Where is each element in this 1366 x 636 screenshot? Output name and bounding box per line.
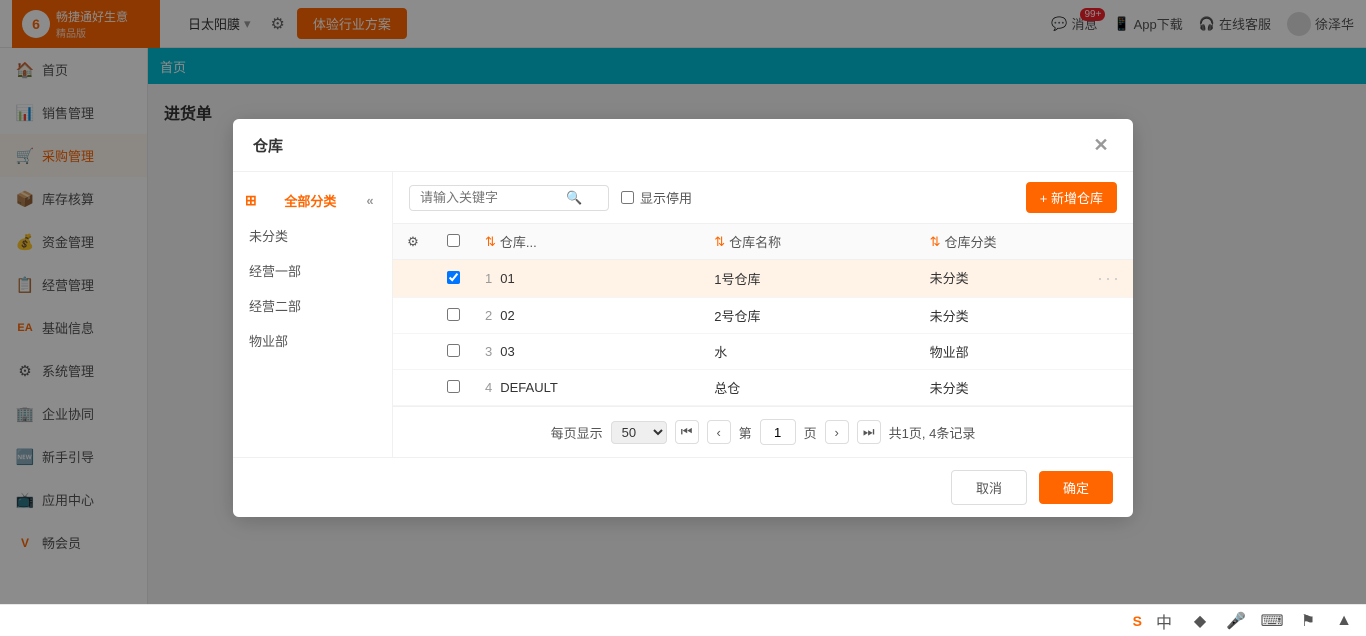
table-head: ⚙ ⇅ 仓库... (393, 224, 1133, 260)
total-label: 共1页, 4条记录 (889, 423, 976, 442)
row-name-2: 2号仓库 (702, 298, 917, 334)
row-num-1: 101 (473, 260, 702, 298)
table-body: 101 1号仓库 未分类 ··· (393, 260, 1133, 406)
collapse-category-btn[interactable]: « (360, 190, 380, 210)
content-panel: 🔍 显示停用 + 新增仓库 ⚙ (393, 172, 1133, 457)
col-settings: ⚙ (393, 224, 433, 260)
col-category: ⇅ 仓库分类 (918, 224, 1133, 260)
sort-icon-code: ⇅ (485, 234, 496, 250)
modal-overlay: 仓库 ✕ ⊞ 全部分类 « 未分类 经营一部 经营二部 物业部 (0, 0, 1366, 636)
row-check (433, 370, 473, 406)
keyboard-icon[interactable]: ⌨ (1258, 607, 1286, 635)
show-disabled-checkbox[interactable] (621, 191, 634, 204)
search-box: 🔍 (409, 185, 609, 211)
modal-footer: 取消 确定 (233, 457, 1133, 517)
col-checkbox (433, 224, 473, 260)
category-item-op1[interactable]: 经营一部 (233, 253, 392, 288)
row-settings (393, 370, 433, 406)
table-row[interactable]: 101 1号仓库 未分类 ··· (393, 260, 1133, 298)
all-category-label: 全部分类 (284, 191, 336, 210)
pagination: 每页显示 50 100 200 ⏮ ‹ 第 页 › ⏭ 共1页, 4条记录 (393, 406, 1133, 457)
category-panel: ⊞ 全部分类 « 未分类 经营一部 经营二部 物业部 (233, 172, 393, 457)
next-page-btn[interactable]: › (825, 420, 849, 444)
row-num-2: 202 (473, 298, 702, 334)
row-name-4: 总仓 (702, 370, 917, 406)
row-settings (393, 260, 433, 298)
modal-body: ⊞ 全部分类 « 未分类 经营一部 经营二部 物业部 🔍 (233, 172, 1133, 457)
modal-title: 仓库 (253, 135, 283, 156)
search-input[interactable] (420, 190, 560, 205)
table-row[interactable]: 202 2号仓库 未分类 (393, 298, 1133, 334)
table-row[interactable]: 4DEFAULT 总仓 未分类 (393, 370, 1133, 406)
search-icon[interactable]: 🔍 (566, 190, 582, 206)
warehouse-table: ⚙ ⇅ 仓库... (393, 224, 1133, 406)
row-cat-1: 未分类 ··· (918, 260, 1133, 298)
row-cat-3: 物业部 (918, 334, 1133, 370)
col-name: ⇅ 仓库名称 (702, 224, 917, 260)
bottom-bar: S 中 ◆ 🎤 ⌨ ⚑ ▲ (0, 604, 1366, 636)
row-checkbox-2[interactable] (447, 308, 460, 321)
modal-close-btn[interactable]: ✕ (1089, 133, 1113, 157)
page-label: 页 (804, 423, 817, 442)
row-check (433, 334, 473, 370)
grid-icon: ⊞ (245, 192, 257, 209)
chevron-up-icon[interactable]: ▲ (1330, 607, 1358, 635)
row-checkbox-4[interactable] (447, 380, 460, 393)
content-toolbar: 🔍 显示停用 + 新增仓库 (393, 172, 1133, 224)
table-wrap: ⚙ ⇅ 仓库... (393, 224, 1133, 406)
category-item-op2[interactable]: 经营二部 (233, 288, 392, 323)
page-size-label: 每页显示 (551, 423, 603, 442)
row-cat-4: 未分类 (918, 370, 1133, 406)
add-warehouse-btn[interactable]: + 新增仓库 (1026, 182, 1117, 213)
row-num-3: 303 (473, 334, 702, 370)
row-settings (393, 334, 433, 370)
row-cat-2: 未分类 (918, 298, 1133, 334)
table-row[interactable]: 303 水 物业部 (393, 334, 1133, 370)
row-name-3: 水 (702, 334, 917, 370)
diamond-icon[interactable]: ◆ (1186, 607, 1214, 635)
warehouse-modal: 仓库 ✕ ⊞ 全部分类 « 未分类 经营一部 经营二部 物业部 (233, 119, 1133, 517)
prev-page-btn[interactable]: ‹ (707, 420, 731, 444)
row-check (433, 298, 473, 334)
sort-icon-name: ⇅ (714, 234, 725, 250)
row-checkbox-3[interactable] (447, 344, 460, 357)
last-page-btn[interactable]: ⏭ (857, 420, 881, 444)
all-category-btn[interactable]: ⊞ 全部分类 « (233, 182, 392, 218)
category-item-property[interactable]: 物业部 (233, 323, 392, 358)
mic-icon[interactable]: 🎤 (1222, 607, 1250, 635)
row-settings (393, 298, 433, 334)
sort-icon-cat: ⇅ (930, 234, 941, 250)
zh-icon[interactable]: 中 (1150, 607, 1178, 635)
row-check (433, 260, 473, 298)
show-disabled-label: 显示停用 (640, 188, 692, 207)
s-logo: S (1133, 613, 1142, 629)
confirm-btn[interactable]: 确定 (1039, 471, 1113, 504)
select-all-checkbox[interactable] (447, 234, 460, 247)
first-page-btn[interactable]: ⏮ (675, 420, 699, 444)
row-name-1: 1号仓库 (702, 260, 917, 298)
modal-header: 仓库 ✕ (233, 119, 1133, 172)
page-text: 第 (739, 423, 752, 442)
page-input[interactable] (760, 419, 796, 445)
cancel-btn[interactable]: 取消 (951, 470, 1027, 505)
col-code: ⇅ 仓库... (473, 224, 702, 260)
category-item-unclassified[interactable]: 未分类 (233, 218, 392, 253)
row-num-4: 4DEFAULT (473, 370, 702, 406)
flag-icon[interactable]: ⚑ (1294, 607, 1322, 635)
show-disabled-wrap: 显示停用 (621, 188, 692, 207)
page-size-select[interactable]: 50 100 200 (611, 421, 667, 444)
row-checkbox-1[interactable] (447, 271, 460, 284)
